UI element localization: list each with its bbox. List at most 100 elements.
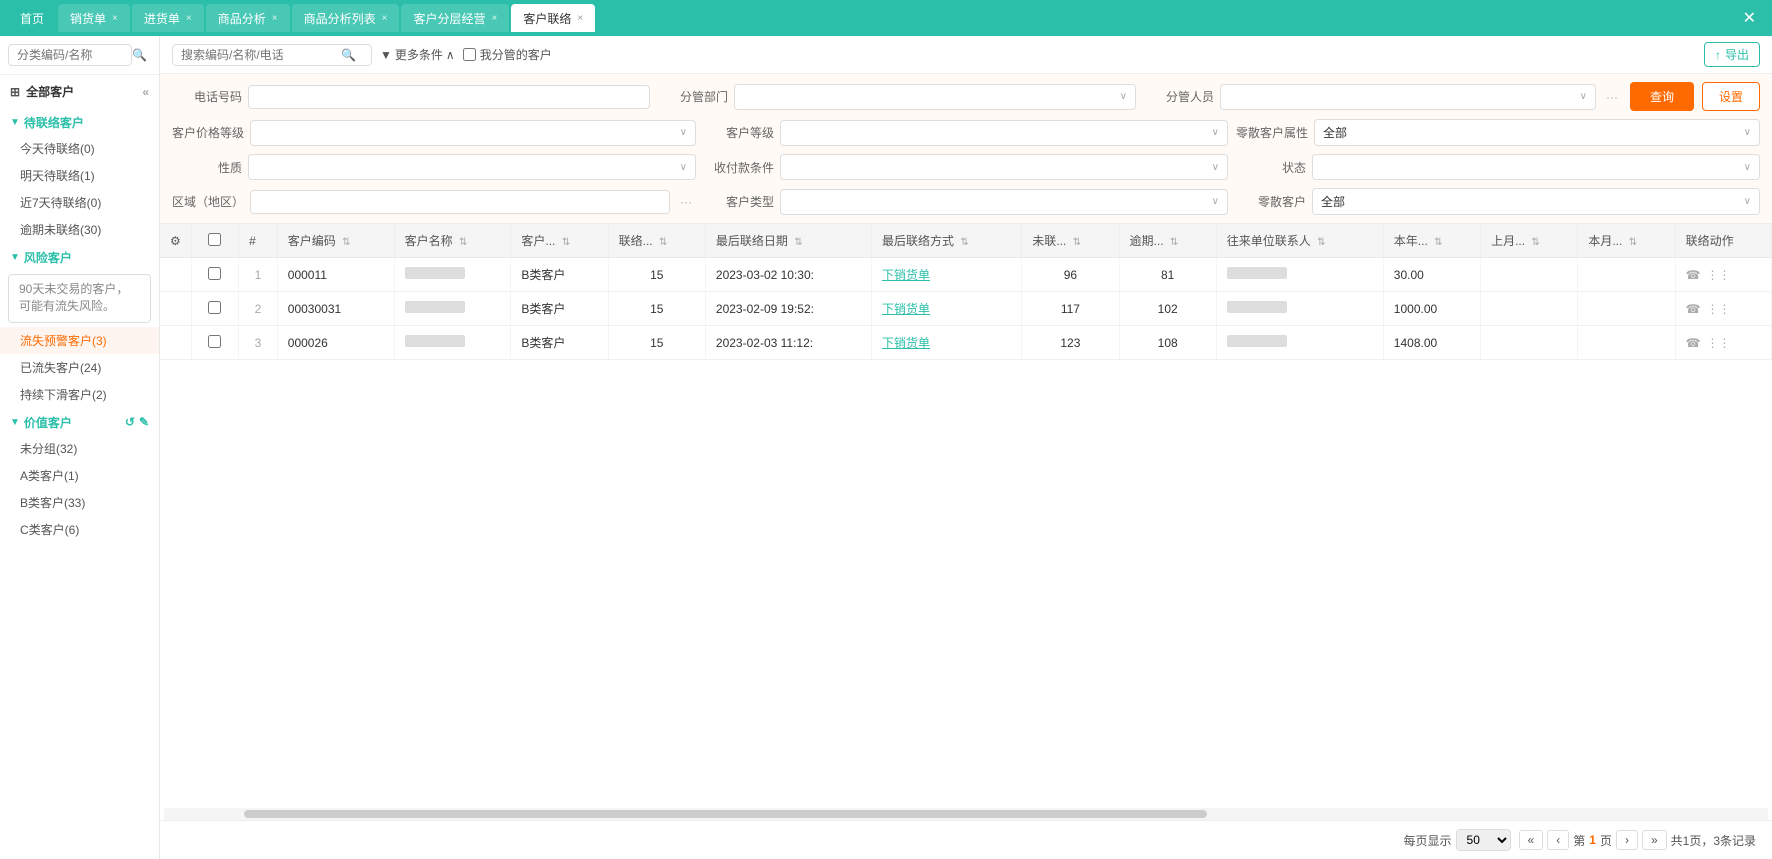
th-last-month[interactable]: 上月... ⇅ [1481, 224, 1578, 258]
phone-input[interactable] [248, 85, 650, 109]
export-button[interactable]: ↑ 导出 [1704, 42, 1760, 67]
th-tier[interactable]: 客户... ⇅ [511, 224, 608, 258]
tab-customer-contact[interactable]: 客户联络 × [511, 4, 595, 32]
nature-select[interactable]: ∨ [248, 154, 696, 180]
row2-action-call-icon[interactable]: ☎ [1686, 302, 1701, 316]
tab-customer-tier-close[interactable]: × [491, 13, 497, 24]
th-code[interactable]: 客户编码 ⇅ [277, 224, 394, 258]
tab-analysis-list[interactable]: 商品分析列表 × [292, 4, 400, 32]
payment-select[interactable]: ∨ [780, 154, 1228, 180]
sidebar-item-overdue[interactable]: 逾期未联络(30) [0, 216, 159, 243]
row2-last-method[interactable]: 下销货单 [872, 292, 1022, 326]
retail-attr-select[interactable]: 全部 ∨ [1314, 119, 1760, 146]
sidebar-item-classC[interactable]: C类客户(6) [0, 516, 159, 543]
sidebar-item-churn-risk[interactable]: 流失预警客户(3) [0, 327, 159, 354]
row2-select[interactable] [208, 301, 221, 314]
retail-customer-select[interactable]: 全部 ∨ [1312, 188, 1760, 215]
row1-last-method[interactable]: 下销货单 [872, 258, 1022, 292]
row3-action-more-icon[interactable]: ⋮⋮ [1707, 336, 1731, 350]
next-page-button[interactable]: › [1616, 830, 1638, 850]
th-last-contact-method[interactable]: 最后联络方式 ⇅ [872, 224, 1022, 258]
query-button[interactable]: 查询 [1630, 82, 1694, 111]
dept-select[interactable]: ∨ [734, 84, 1136, 110]
sidebar-item-classB[interactable]: B类客户(33) [0, 489, 159, 516]
tab-sales-close[interactable]: × [112, 13, 118, 24]
my-customers-checkbox[interactable] [463, 48, 476, 61]
tab-customer-contact-close[interactable]: × [577, 13, 583, 24]
settings-button[interactable]: 设置 [1702, 82, 1760, 111]
tab-analysis-list-close[interactable]: × [382, 13, 388, 24]
region-dots[interactable]: ··· [676, 195, 696, 209]
sidebar-collapse-icon[interactable]: « [142, 85, 149, 99]
row3-action-call-icon[interactable]: ☎ [1686, 336, 1701, 350]
sort-tier-icon: ⇅ [562, 237, 570, 248]
row3-last-method[interactable]: 下销货单 [872, 326, 1022, 360]
per-page-select[interactable]: 50 20 100 [1456, 829, 1511, 851]
row2-action-more-icon[interactable]: ⋮⋮ [1707, 302, 1731, 316]
more-conditions-button[interactable]: ▼ 更多条件 ∧ [380, 46, 455, 63]
main-search-input[interactable] [181, 48, 341, 62]
row3-unit-contact [1216, 326, 1383, 360]
row1-action-more-icon[interactable]: ⋮⋮ [1707, 268, 1731, 282]
risk-tooltip: 90天未交易的客户，可能有流失风险。 [8, 274, 151, 323]
all-customers-header[interactable]: ⊞ 全部客户 « [0, 75, 159, 108]
sidebar-item-tomorrow[interactable]: 明天待联络(1) [0, 162, 159, 189]
th-unit-contact[interactable]: 往来单位联系人 ⇅ [1216, 224, 1383, 258]
row3-this-year: 1408.00 [1383, 326, 1480, 360]
sidebar-group-pending[interactable]: ▼ 待联络客户 [0, 108, 159, 135]
tab-purchase-close[interactable]: × [186, 13, 192, 24]
th-this-year[interactable]: 本年... ⇅ [1383, 224, 1480, 258]
customer-tier-chevron: ∨ [1212, 127, 1219, 138]
row2-tier: B类客户 [511, 292, 608, 326]
horizontal-scrollbar[interactable] [164, 808, 1768, 820]
sidebar-item-declining[interactable]: 持续下滑客户(2) [0, 381, 159, 408]
sidebar-item-classA[interactable]: A类客户(1) [0, 462, 159, 489]
last-page-button[interactable]: » [1642, 830, 1667, 850]
window-close-button[interactable]: ✕ [1735, 8, 1764, 28]
customer-type-select[interactable]: ∨ [780, 189, 1228, 215]
th-gear[interactable]: ⚙ [160, 224, 191, 258]
price-tier-select[interactable]: ∨ [250, 120, 696, 146]
main-search-icon[interactable]: 🔍 [341, 48, 356, 62]
th-uncontacted[interactable]: 未联... ⇅ [1022, 224, 1119, 258]
scrollbar-thumb[interactable] [244, 810, 1206, 818]
sidebar-search-input[interactable] [8, 44, 132, 66]
tab-customer-tier[interactable]: 客户分层经营 × [401, 4, 509, 32]
row2-overdue: 102 [1119, 292, 1216, 326]
sidebar-group-risk[interactable]: ▼ 风险客户 [0, 243, 159, 270]
tab-sales[interactable]: 销货单 × [58, 4, 130, 32]
prev-page-button[interactable]: ‹ [1547, 830, 1569, 850]
row3-select[interactable] [208, 335, 221, 348]
region-input[interactable] [250, 190, 670, 214]
th-name[interactable]: 客户名称 ⇅ [394, 224, 511, 258]
sidebar-item-today[interactable]: 今天待联络(0) [0, 135, 159, 162]
advanced-filter-panel: 电话号码 分管部门 ∨ 分管人员 ∨ ··· [160, 74, 1772, 224]
person-select[interactable]: ∨ [1220, 84, 1596, 110]
sidebar-item-week[interactable]: 近7天待联络(0) [0, 189, 159, 216]
sidebar-item-churned[interactable]: 已流失客户(24) [0, 354, 159, 381]
tab-analysis-close[interactable]: × [272, 13, 278, 24]
th-overdue[interactable]: 逾期... ⇅ [1119, 224, 1216, 258]
row1-this-month [1578, 258, 1675, 292]
tab-purchase[interactable]: 进货单 × [132, 4, 204, 32]
first-page-button[interactable]: « [1519, 830, 1544, 850]
tab-home[interactable]: 首页 [8, 4, 56, 32]
sidebar-group-value[interactable]: ▼ 价值客户 ↺ ✎ [0, 408, 159, 435]
row1-action-call-icon[interactable]: ☎ [1686, 268, 1701, 282]
th-contact[interactable]: 联络... ⇅ [608, 224, 705, 258]
total-info: 共1页，3条记录 [1671, 832, 1756, 849]
refresh-icon[interactable]: ↺ [125, 415, 135, 429]
sidebar-search-icon: 🔍 [132, 48, 147, 62]
person-dots[interactable]: ··· [1602, 90, 1622, 104]
edit-icon[interactable]: ✎ [139, 415, 149, 429]
row3-overdue: 108 [1119, 326, 1216, 360]
status-select[interactable]: ∨ [1312, 154, 1760, 180]
th-last-contact-date[interactable]: 最后联络日期 ⇅ [705, 224, 871, 258]
select-all-checkbox[interactable] [208, 233, 221, 246]
th-this-month[interactable]: 本月... ⇅ [1578, 224, 1675, 258]
customer-tier-select[interactable]: ∨ [780, 120, 1228, 146]
row1-select[interactable] [208, 267, 221, 280]
tab-analysis[interactable]: 商品分析 × [206, 4, 290, 32]
my-customers-checkbox-label[interactable]: 我分管的客户 [463, 46, 552, 63]
sidebar-item-ungroup[interactable]: 未分组(32) [0, 435, 159, 462]
